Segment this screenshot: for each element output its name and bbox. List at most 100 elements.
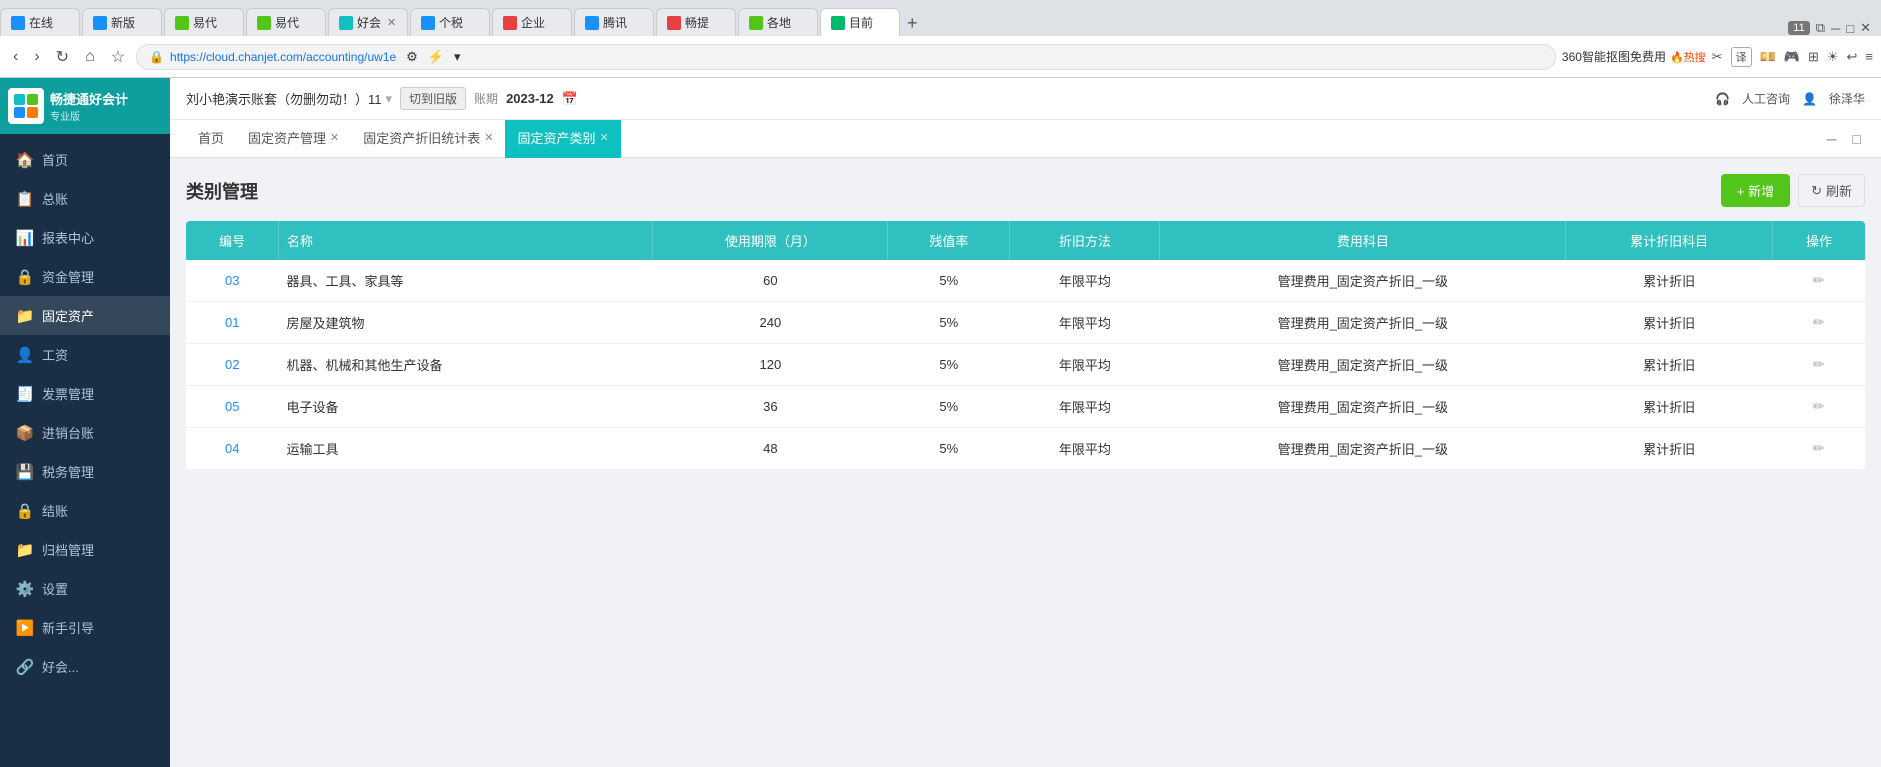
content-tab-depreciation[interactable]: 固定资产折旧统计表 ✕	[351, 120, 505, 158]
menu-icon[interactable]: ≡	[1865, 49, 1873, 64]
content-tab-asset-mgmt-close[interactable]: ✕	[330, 131, 339, 144]
guide-icon: ▶️	[16, 619, 34, 637]
sidebar-item-label-home: 首页	[42, 150, 68, 169]
calendar-icon[interactable]: 📅	[562, 91, 578, 107]
browser-tab-3[interactable]: 易代	[164, 8, 244, 36]
content-tab-category[interactable]: 固定资产类别 ✕	[505, 120, 620, 158]
dropdown-icon[interactable]: ▾	[454, 49, 461, 65]
table-row: 04 运输工具 48 5% 年限平均 管理费用_固定资产折旧_一级 累计折旧 ✏	[186, 428, 1865, 470]
content-tab-home[interactable]: 首页	[186, 120, 236, 158]
cut-icon[interactable]: ✂	[1712, 49, 1723, 65]
archive-icon: 📁	[16, 541, 34, 559]
sidebar-item-settings[interactable]: ⚙️ 设置	[0, 569, 170, 608]
brightness-icon[interactable]: ☀	[1827, 49, 1839, 65]
row3-edit-button[interactable]: ✏	[1807, 396, 1831, 417]
user-selector[interactable]: 刘小艳演示账套（勿删勿动！）11 ▾	[186, 89, 392, 108]
sidebar-item-tax[interactable]: 💾 税务管理	[0, 452, 170, 491]
refresh-button[interactable]: ↻ 刷新	[1798, 174, 1865, 207]
site-info-icon[interactable]: ⚙	[406, 49, 418, 65]
more-icon: 🔗	[16, 658, 34, 676]
browser-tab-6[interactable]: 个税	[410, 8, 490, 36]
sidebar-item-more[interactable]: 🔗 好会...	[0, 647, 170, 686]
row1-edit-button[interactable]: ✏	[1807, 312, 1831, 333]
version-switch-button[interactable]: 切到旧版	[400, 87, 466, 110]
browser-tab-8[interactable]: 腾讯	[574, 8, 654, 36]
browser-tab-1[interactable]: 在线	[0, 8, 80, 36]
undo-icon[interactable]: ↩	[1847, 49, 1858, 65]
sidebar-item-label-report: 报表中心	[42, 228, 94, 247]
sidebar-item-label-archive: 归档管理	[42, 540, 94, 559]
sidebar-item-label-settlement: 结账	[42, 501, 68, 520]
browser-tab-2[interactable]: 新版	[82, 8, 162, 36]
row0-code[interactable]: 03	[186, 260, 279, 302]
currency-icon[interactable]: 💴	[1760, 49, 1776, 65]
logo-icon	[8, 88, 44, 124]
bookmark-button[interactable]: ☆	[106, 45, 130, 69]
window-close-btn[interactable]: ✕	[1860, 20, 1871, 36]
row3-months: 36	[653, 386, 888, 428]
row4-months: 48	[653, 428, 888, 470]
back-button[interactable]: ‹	[8, 46, 23, 68]
row2-expense: 管理费用_固定资产折旧_一级	[1160, 344, 1566, 386]
browser-toolbar: ✂ 译 💴 🎮 ⊞ ☀ ↩ ≡	[1712, 47, 1873, 67]
content-tab-depreciation-label: 固定资产折旧统计表	[363, 128, 480, 147]
home-button[interactable]: ⌂	[80, 46, 100, 68]
col-header-code: 编号	[186, 221, 279, 260]
ledger-icon: 📋	[16, 190, 34, 208]
row4-expense: 管理费用_固定资产折旧_一级	[1160, 428, 1566, 470]
grid-icon[interactable]: ⊞	[1808, 49, 1819, 65]
minimize-btn[interactable]: ─	[1831, 21, 1840, 36]
col-header-months: 使用期限（月）	[653, 221, 888, 260]
col-header-action: 操作	[1772, 221, 1865, 260]
content-tab-asset-mgmt[interactable]: 固定资产管理 ✕	[236, 120, 351, 158]
sidebar-item-ledger[interactable]: 📋 总账	[0, 179, 170, 218]
sidebar-item-fixed-asset[interactable]: 📁 固定资产	[0, 296, 170, 335]
content-tab-depreciation-close[interactable]: ✕	[484, 131, 493, 144]
browser-tab-10[interactable]: 各地	[738, 8, 818, 36]
restore-btn[interactable]: ⧉	[1816, 20, 1825, 36]
content-tab-home-label: 首页	[198, 128, 224, 147]
row0-edit-button[interactable]: ✏	[1807, 270, 1831, 291]
browser-tab-9[interactable]: 畅提	[656, 8, 736, 36]
col-header-method: 折旧方法	[1010, 221, 1160, 260]
sidebar-item-label-salary: 工资	[42, 345, 68, 364]
sidebar-item-home[interactable]: 🏠 首页	[0, 140, 170, 179]
sidebar-item-settlement[interactable]: 🔒 结账	[0, 491, 170, 530]
new-tab-button[interactable]: +	[902, 11, 923, 36]
browser-tab-7[interactable]: 企业	[492, 8, 572, 36]
sidebar-item-archive[interactable]: 📁 归档管理	[0, 530, 170, 569]
address-field[interactable]: 🔒 https://cloud.chanjet.com/accounting/u…	[136, 44, 1556, 70]
row2-edit-button[interactable]: ✏	[1807, 354, 1831, 375]
browser-tab-11[interactable]: 目前	[820, 8, 900, 36]
consult-label[interactable]: 人工咨询	[1742, 90, 1790, 107]
reload-button[interactable]: ↻	[51, 45, 74, 69]
sidebar-item-invoice[interactable]: 🧾 发票管理	[0, 374, 170, 413]
row1-code[interactable]: 01	[186, 302, 279, 344]
row2-code[interactable]: 02	[186, 344, 279, 386]
sidebar-item-purchase[interactable]: 📦 进销台账	[0, 413, 170, 452]
add-button[interactable]: + 新增	[1721, 174, 1790, 207]
game-icon[interactable]: 🎮	[1784, 49, 1800, 65]
sidebar-item-salary[interactable]: 👤 工资	[0, 335, 170, 374]
content-tabs: 首页 固定资产管理 ✕ 固定资产折旧统计表 ✕ 固定资产类别 ✕ ─ □	[170, 120, 1881, 158]
row1-residual: 5%	[888, 302, 1010, 344]
tab-close-5[interactable]: ✕	[387, 16, 396, 29]
sidebar-item-guide[interactable]: ▶️ 新手引导	[0, 608, 170, 647]
translate-icon[interactable]: 译	[1731, 47, 1752, 67]
row4-code[interactable]: 04	[186, 428, 279, 470]
row3-code[interactable]: 05	[186, 386, 279, 428]
row3-expense: 管理费用_固定资产折旧_一级	[1160, 386, 1566, 428]
content-minimize-btn[interactable]: ─	[1823, 129, 1841, 149]
content-tab-category-close[interactable]: ✕	[600, 131, 609, 144]
sidebar-item-fund[interactable]: 🔒 资金管理	[0, 257, 170, 296]
row4-edit-button[interactable]: ✏	[1807, 438, 1831, 459]
browser-tab-4[interactable]: 易代	[246, 8, 326, 36]
row0-name: 器具、工具、家具等	[279, 260, 653, 302]
sidebar-item-report[interactable]: 📊 报表中心	[0, 218, 170, 257]
fund-icon: 🔒	[16, 268, 34, 286]
browser-tab-5[interactable]: 好会 ✕	[328, 8, 408, 36]
maximize-btn[interactable]: □	[1846, 21, 1854, 36]
forward-button[interactable]: ›	[29, 46, 44, 68]
fixed-asset-icon: 📁	[16, 307, 34, 325]
content-maximize-btn[interactable]: □	[1849, 129, 1865, 149]
